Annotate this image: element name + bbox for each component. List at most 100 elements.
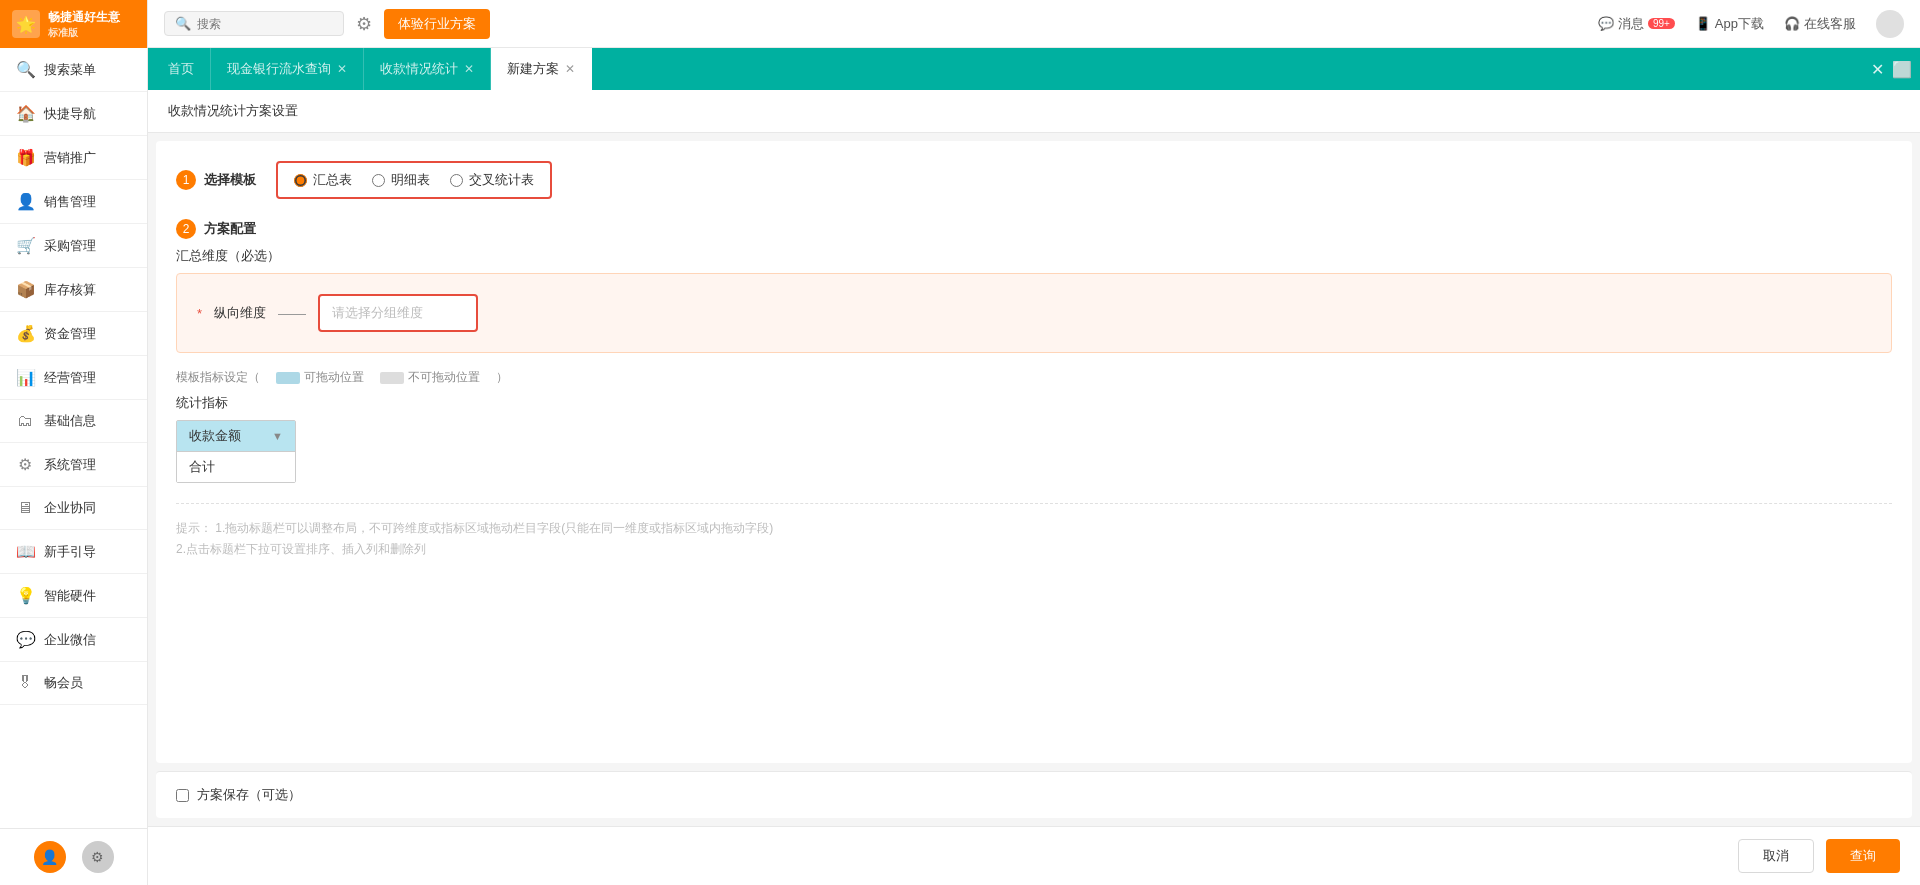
sidebar-item-smart-hw[interactable]: 💡 智能硬件 [0, 574, 147, 618]
dimension-area: * 纵向维度 —— 请选择分组维度 [176, 273, 1892, 353]
metrics-legend: 模板指标设定（ 可拖动位置 不可拖动位置 ） [176, 369, 1892, 386]
system-icon: ⚙ [16, 455, 34, 474]
sidebar-item-enterprise[interactable]: 🖥 企业协同 [0, 487, 147, 530]
dimension-section: 汇总维度（必选） * 纵向维度 —— 请选择分组维度 [176, 247, 1892, 353]
sidebar-item-basic-info[interactable]: 🗂 基础信息 [0, 400, 147, 443]
tab-home[interactable]: 首页 [148, 48, 211, 90]
sidebar-item-wechat[interactable]: 💬 企业微信 [0, 618, 147, 662]
purchase-icon: 🛒 [16, 236, 34, 255]
tip1: 提示： 1.拖动标题栏可以调整布局，不可跨维度或指标区域拖动栏目字段(只能在同一… [176, 520, 1892, 537]
app-download-item[interactable]: 📱 App下载 [1695, 15, 1764, 33]
draggable-color-box [276, 372, 300, 384]
template-detail-radio[interactable] [372, 174, 385, 187]
legend-draggable: 可拖动位置 [276, 369, 364, 386]
template-options: 汇总表 明细表 交叉统计表 [276, 161, 552, 199]
save-checkbox[interactable] [176, 789, 189, 802]
template-summary-radio[interactable] [294, 174, 307, 187]
tabbar: 首页 现金银行流水查询 ✕ 收款情况统计 ✕ 新建方案 ✕ ✕ ⬜ [148, 48, 1920, 90]
basic-info-icon: 🗂 [16, 412, 34, 430]
template-crosstab-radio[interactable] [450, 174, 463, 187]
tab-bank-flow-close[interactable]: ✕ [337, 62, 347, 76]
message-icon: 💬 [1598, 16, 1614, 31]
sidebar-item-quick-nav[interactable]: 🏠 快捷导航 [0, 92, 147, 136]
service-icon: 🎧 [1784, 16, 1800, 31]
tab-new-plan[interactable]: 新建方案 ✕ [491, 48, 592, 90]
vertical-dim-label: 纵向维度 [214, 304, 266, 322]
sidebar-item-sales[interactable]: 👤 销售管理 [0, 180, 147, 224]
sidebar-item-marketing[interactable]: 🎁 营销推广 [0, 136, 147, 180]
marketing-icon: 🎁 [16, 148, 34, 167]
template-detail[interactable]: 明细表 [372, 171, 430, 189]
tab-maximize-btn[interactable]: ⬜ [1892, 60, 1912, 79]
tabbar-actions: ✕ ⬜ [1871, 60, 1920, 79]
metrics-table: 收款金额 ▼ 合计 [176, 420, 296, 483]
sidebar-logo: 🌟 畅捷通好生意 标准版 [0, 0, 147, 48]
template-summary[interactable]: 汇总表 [294, 171, 352, 189]
sidebar-settings-icon[interactable]: ⚙ [82, 841, 114, 873]
metrics-table-total: 合计 [177, 452, 295, 482]
sidebar-item-member[interactable]: 🎖 畅会员 [0, 662, 147, 705]
footer-bar: 取消 查询 [148, 826, 1920, 885]
step1-row: 1 选择模板 汇总表 明细表 交叉统计表 [176, 161, 1892, 199]
metrics-section: 模板指标设定（ 可拖动位置 不可拖动位置 ） 统计指标 [176, 369, 1892, 483]
metrics-label: 统计指标 [176, 394, 1892, 412]
sidebar-item-inventory[interactable]: 📦 库存核算 [0, 268, 147, 312]
tab-collection-stat-close[interactable]: ✕ [464, 62, 474, 76]
topbar-search-box[interactable]: 🔍 [164, 11, 344, 36]
step1-badge: 1 [176, 170, 196, 190]
query-button[interactable]: 查询 [1826, 839, 1900, 873]
tab-close-all-btn[interactable]: ✕ [1871, 60, 1884, 79]
cancel-button[interactable]: 取消 [1738, 839, 1814, 873]
vertical-label: * [197, 306, 202, 321]
metrics-title-end: ） [496, 369, 508, 386]
form-section: 1 选择模板 汇总表 明细表 交叉统计表 [156, 141, 1912, 763]
metrics-table-header[interactable]: 收款金额 ▼ [177, 421, 295, 452]
operations-icon: 📊 [16, 368, 34, 387]
sidebar-item-capital[interactable]: 💰 资金管理 [0, 312, 147, 356]
topbar-search-input[interactable] [197, 17, 327, 31]
tab-collection-stat[interactable]: 收款情况统计 ✕ [364, 48, 491, 90]
page-title: 收款情况统计方案设置 [148, 90, 1920, 133]
metrics-title-text: 模板指标设定（ [176, 369, 260, 386]
step2-row: 2 方案配置 [176, 219, 1892, 239]
sidebar-item-newbie[interactable]: 📖 新手引导 [0, 530, 147, 574]
wechat-icon: 💬 [16, 630, 34, 649]
sidebar-item-purchase[interactable]: 🛒 采购管理 [0, 224, 147, 268]
main-area: 🔍 ⚙ 体验行业方案 💬 消息 99+ 📱 App下载 🎧 在线客服 首页 [148, 0, 1920, 885]
step1-title: 选择模板 [204, 171, 256, 189]
member-icon: 🎖 [16, 674, 34, 692]
sales-icon: 👤 [16, 192, 34, 211]
sidebar-item-operations[interactable]: 📊 经营管理 [0, 356, 147, 400]
logo-text: 畅捷通好生意 标准版 [48, 9, 120, 40]
sidebar: 🌟 畅捷通好生意 标准版 🔍 搜索菜单 🏠 快捷导航 🎁 营销推广 👤 销售管理… [0, 0, 148, 885]
arrow-icon: —— [278, 305, 306, 321]
smart-hw-icon: 💡 [16, 586, 34, 605]
metrics-header-dropdown[interactable]: ▼ [272, 430, 283, 442]
sidebar-bottom: 👤 ⚙ [0, 828, 147, 885]
sidebar-user-icon[interactable]: 👤 [34, 841, 66, 873]
dimension-inner: * 纵向维度 —— 请选择分组维度 [197, 294, 478, 332]
inventory-icon: 📦 [16, 280, 34, 299]
step2-title: 方案配置 [204, 220, 256, 238]
dimension-select[interactable]: 请选择分组维度 [318, 294, 478, 332]
industry-btn[interactable]: 体验行业方案 [384, 9, 490, 39]
save-label[interactable]: 方案保存（可选） [197, 786, 301, 804]
fixed-color-box [380, 372, 404, 384]
message-item[interactable]: 💬 消息 99+ [1598, 15, 1675, 33]
legend-fixed: 不可拖动位置 [380, 369, 480, 386]
enterprise-icon: 🖥 [16, 499, 34, 517]
app-icon: 📱 [1695, 16, 1711, 31]
topbar-gear-icon[interactable]: ⚙ [356, 13, 372, 35]
tab-bank-flow[interactable]: 现金银行流水查询 ✕ [211, 48, 364, 90]
tips-section: 提示： 1.拖动标题栏可以调整布局，不可跨维度或指标区域拖动栏目字段(只能在同一… [176, 503, 1892, 558]
sidebar-item-system[interactable]: ⚙ 系统管理 [0, 443, 147, 487]
tab-new-plan-close[interactable]: ✕ [565, 62, 575, 76]
template-crosstab[interactable]: 交叉统计表 [450, 171, 534, 189]
sidebar-item-search-menu[interactable]: 🔍 搜索菜单 [0, 48, 147, 92]
user-avatar[interactable] [1876, 10, 1904, 38]
service-item[interactable]: 🎧 在线客服 [1784, 15, 1856, 33]
topbar-search-icon: 🔍 [175, 16, 191, 31]
tip2: 2.点击标题栏下拉可设置排序、插入列和删除列 [176, 541, 1892, 558]
sidebar-menu: 🔍 搜索菜单 🏠 快捷导航 🎁 营销推广 👤 销售管理 🛒 采购管理 📦 库存核… [0, 48, 147, 828]
step2-badge: 2 [176, 219, 196, 239]
